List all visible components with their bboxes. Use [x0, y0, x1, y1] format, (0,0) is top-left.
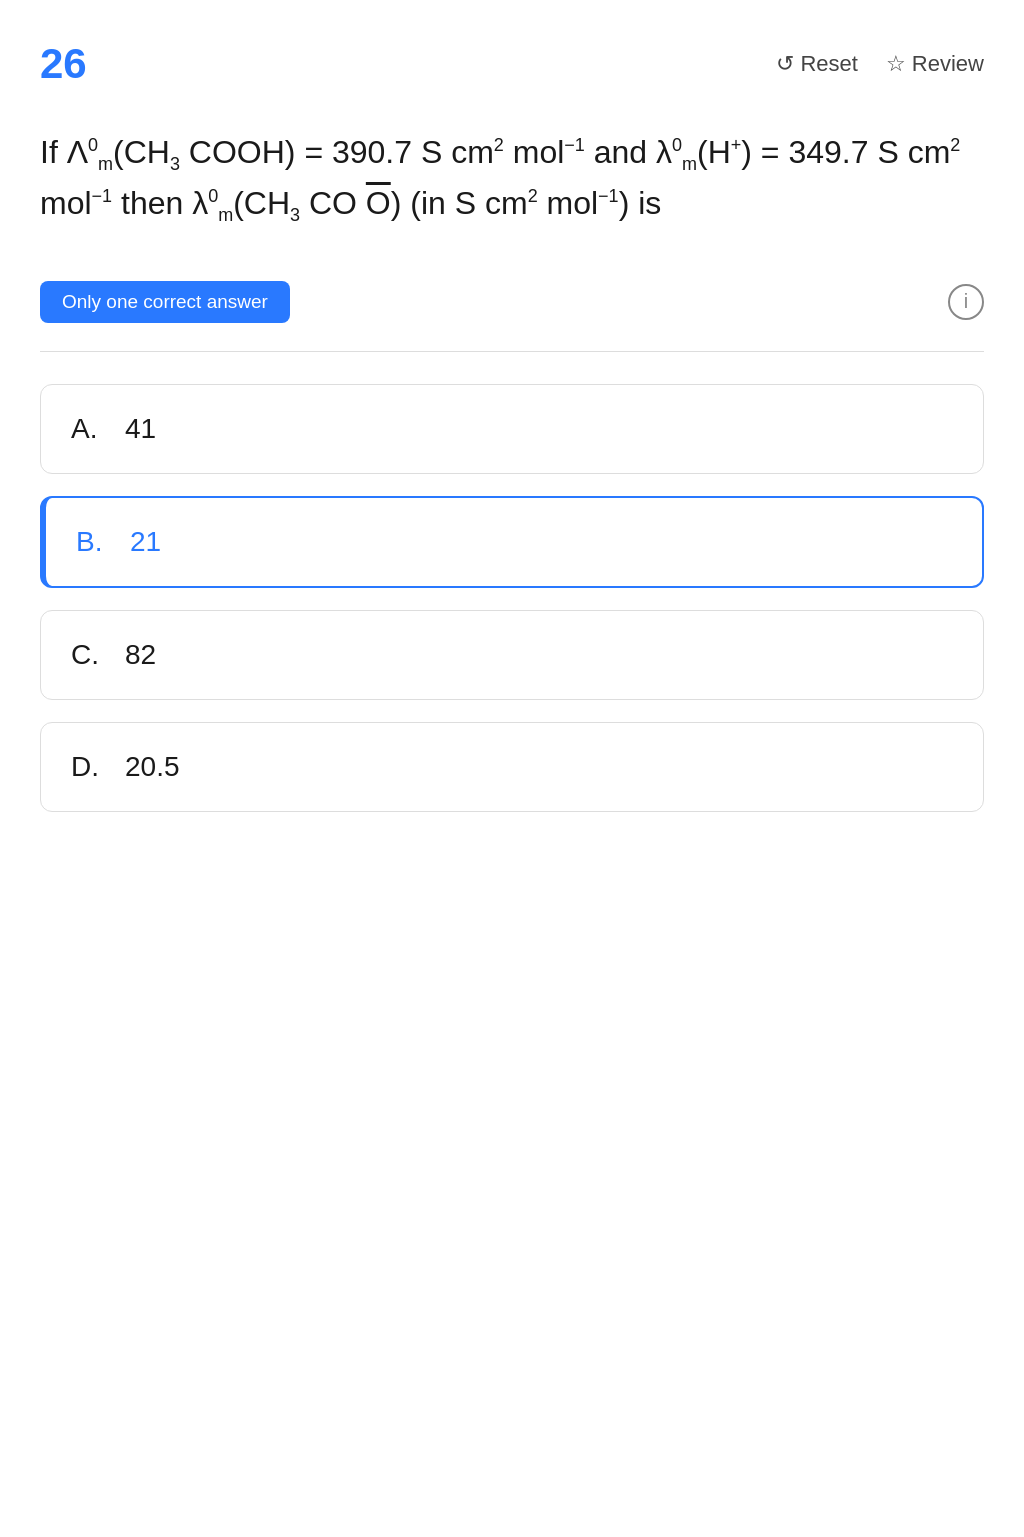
- option-a-value: 41: [125, 413, 156, 445]
- review-label: Review: [912, 51, 984, 77]
- option-c-value: 82: [125, 639, 156, 671]
- option-b-letter: B.: [76, 526, 106, 558]
- option-c[interactable]: C. 82: [40, 610, 984, 700]
- badge-row: Only one correct answer i: [40, 281, 984, 323]
- option-d-value: 20.5: [125, 751, 180, 783]
- star-icon: ☆: [886, 51, 906, 77]
- option-c-letter: C.: [71, 639, 101, 671]
- option-d-letter: D.: [71, 751, 101, 783]
- info-button[interactable]: i: [948, 284, 984, 320]
- page-container: 26 ↺ Reset ☆ Review If Λ0m(CH3 COOH) = 3…: [0, 0, 1024, 1537]
- option-a-letter: A.: [71, 413, 101, 445]
- option-a[interactable]: A. 41: [40, 384, 984, 474]
- option-b-value: 21: [130, 526, 161, 558]
- reset-button[interactable]: ↺ Reset: [776, 51, 857, 77]
- reset-label: Reset: [800, 51, 857, 77]
- header-actions: ↺ Reset ☆ Review: [776, 51, 984, 77]
- option-d[interactable]: D. 20.5: [40, 722, 984, 812]
- info-icon: i: [964, 290, 968, 313]
- review-button[interactable]: ☆ Review: [886, 51, 984, 77]
- divider: [40, 351, 984, 352]
- answer-type-badge: Only one correct answer: [40, 281, 290, 323]
- reset-icon: ↺: [776, 51, 794, 77]
- header-row: 26 ↺ Reset ☆ Review: [40, 40, 984, 88]
- options-list: A. 41 B. 21 C. 82 D. 20.5: [40, 384, 984, 812]
- question-body: If Λ0m(CH3 COOH) = 390.7 S cm2 mol−1 and…: [40, 128, 984, 231]
- option-b[interactable]: B. 21: [40, 496, 984, 588]
- question-number: 26: [40, 40, 87, 88]
